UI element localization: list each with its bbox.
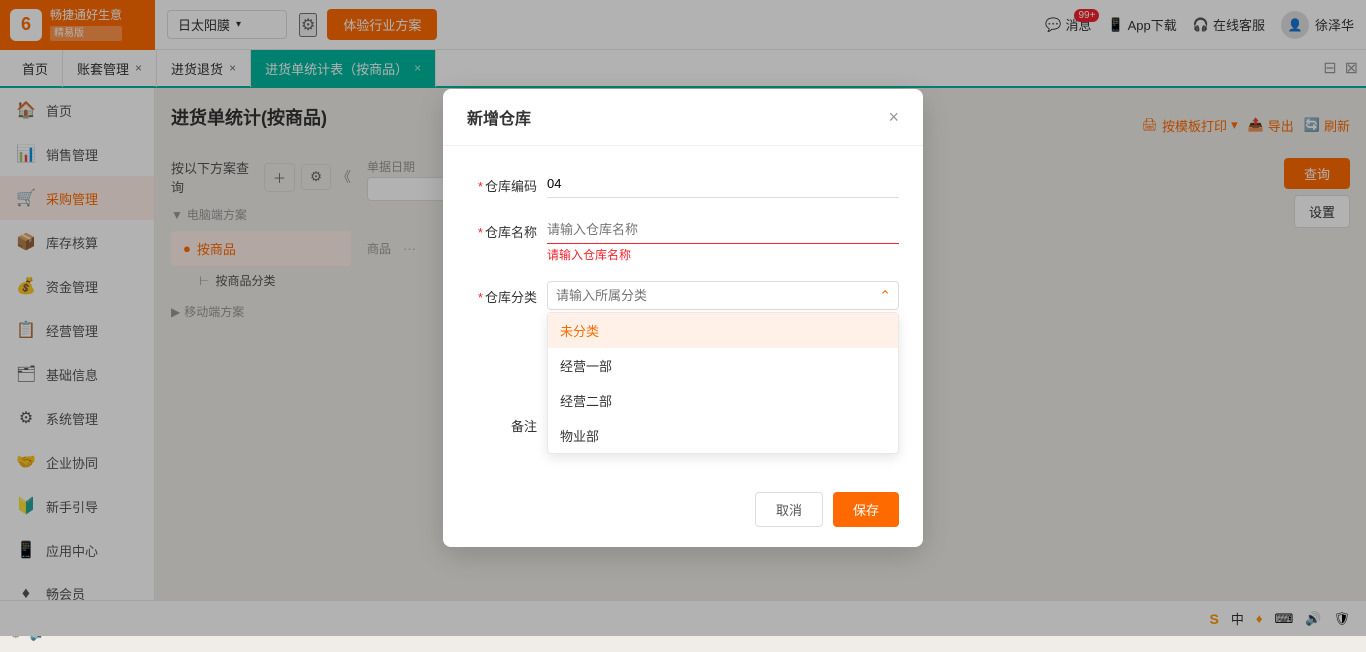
modal-body: 仓库编码 仓库名称 请输入仓库名称 仓库分类 ⌃ [443, 146, 923, 480]
modal-overlay: 新增仓库 × 仓库编码 仓库名称 请输入仓库名称 仓库分类 [0, 0, 1366, 636]
name-row: 仓库名称 请输入仓库名称 [467, 216, 899, 263]
code-label: 仓库编码 [467, 170, 547, 195]
category-row: 仓库分类 ⌃ 未分类 经营一部 经营二部 物业部 [467, 281, 899, 310]
category-label: 仓库分类 [467, 281, 547, 306]
code-input[interactable] [547, 170, 899, 198]
modal-title: 新增仓库 [467, 105, 531, 129]
name-wrap: 请输入仓库名称 [547, 216, 899, 263]
code-wrap [547, 170, 899, 198]
dropdown-item-dept1[interactable]: 经营一部 [548, 348, 898, 383]
modal-header: 新增仓库 × [443, 89, 923, 146]
modal-close-button[interactable]: × [888, 107, 899, 128]
name-label: 仓库名称 [467, 216, 547, 241]
new-warehouse-modal: 新增仓库 × 仓库编码 仓库名称 请输入仓库名称 仓库分类 [443, 89, 923, 547]
category-dropdown: 未分类 经营一部 经营二部 物业部 [547, 312, 899, 454]
dropdown-item-dept2[interactable]: 经营二部 [548, 383, 898, 418]
modal-footer: 取消 保存 [443, 480, 923, 547]
category-wrap: ⌃ 未分类 经营一部 经营二部 物业部 [547, 281, 899, 310]
name-error-msg: 请输入仓库名称 [547, 246, 899, 263]
name-input[interactable] [547, 216, 899, 244]
note-label: 备注 [467, 410, 547, 435]
save-button[interactable]: 保存 [833, 492, 899, 527]
dropdown-item-dept3[interactable]: 物业部 [548, 418, 898, 453]
cancel-button[interactable]: 取消 [755, 492, 823, 527]
dropdown-item-unclassified[interactable]: 未分类 [548, 313, 898, 348]
category-input[interactable] [547, 281, 899, 310]
chevron-up-icon: ⌃ [879, 287, 891, 304]
code-row: 仓库编码 [467, 170, 899, 198]
